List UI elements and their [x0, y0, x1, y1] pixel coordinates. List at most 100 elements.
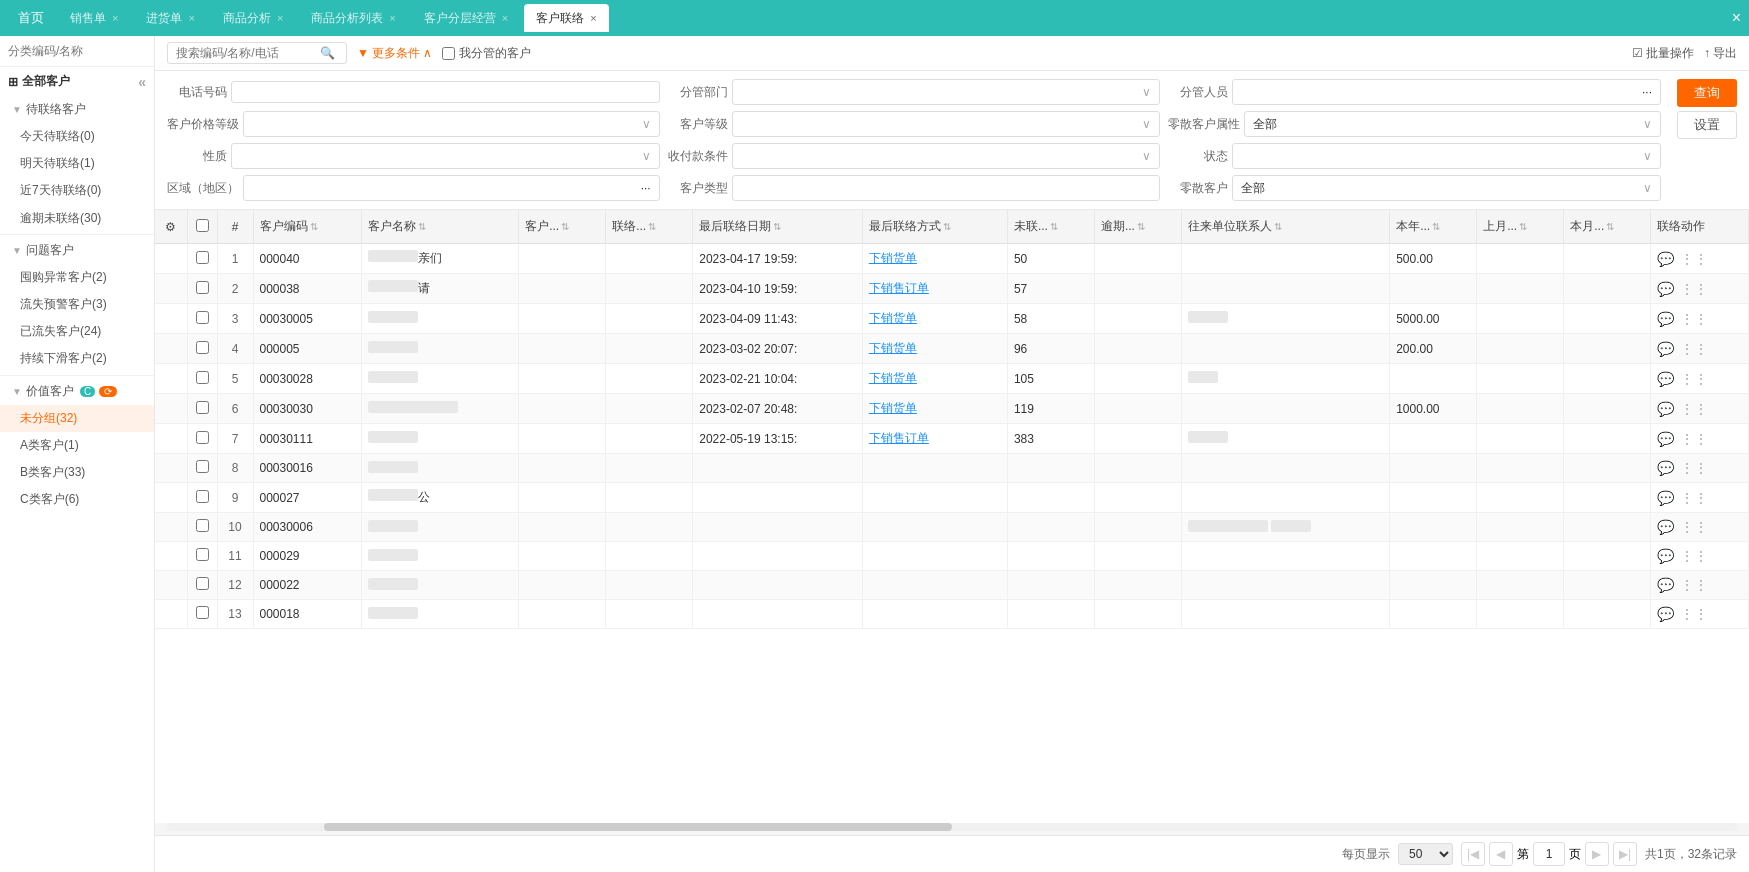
sidebar-item-tomorrow[interactable]: 明天待联络(1) — [0, 150, 154, 177]
td-checkbox[interactable] — [187, 394, 217, 424]
reset-button[interactable]: 设置 — [1677, 111, 1737, 139]
close-purchase-tab[interactable]: × — [188, 12, 194, 24]
scrollbar-thumb[interactable] — [324, 823, 952, 831]
first-page-btn[interactable]: |◀ — [1461, 842, 1485, 866]
chat-icon[interactable]: 💬 — [1657, 341, 1674, 357]
chat-icon[interactable]: 💬 — [1657, 519, 1674, 535]
td-checkbox[interactable] — [187, 542, 217, 571]
select-all-checkbox[interactable] — [196, 219, 209, 232]
td-checkbox[interactable] — [187, 274, 217, 304]
th-customer-code[interactable]: 客户编码⇅ — [253, 210, 361, 244]
td-last-contact-method[interactable]: 下销货单 — [862, 394, 1007, 424]
nature-select[interactable]: ∨ — [231, 143, 660, 169]
tab-sales-order[interactable]: 销售单 × — [58, 4, 130, 32]
chat-icon[interactable]: 💬 — [1657, 251, 1674, 267]
th-uncontacted[interactable]: 未联...⇅ — [1007, 210, 1094, 244]
th-this-year[interactable]: 本年...⇅ — [1390, 210, 1477, 244]
th-this-month[interactable]: 本月...⇅ — [1564, 210, 1651, 244]
tab-customer-tier[interactable]: 客户分层经营 × — [412, 4, 520, 32]
menu-icon[interactable]: ⋮⋮ — [1680, 371, 1708, 387]
row-checkbox[interactable] — [196, 519, 209, 532]
filter-search-box[interactable]: 🔍 — [167, 42, 347, 64]
all-customers-header[interactable]: ⊞ 全部客户 « — [0, 67, 154, 96]
contact-method-link[interactable]: 下销货单 — [869, 311, 917, 325]
row-checkbox[interactable] — [196, 548, 209, 561]
th-business-contact[interactable]: 往来单位联系人⇅ — [1181, 210, 1389, 244]
sidebar-item-7days[interactable]: 近7天待联络(0) — [0, 177, 154, 204]
more-conditions-btn[interactable]: ▼ 更多条件 ∧ — [357, 45, 432, 62]
menu-icon[interactable]: ⋮⋮ — [1680, 281, 1708, 297]
menu-icon[interactable]: ⋮⋮ — [1680, 490, 1708, 506]
menu-icon[interactable]: ⋮⋮ — [1680, 519, 1708, 535]
close-contact-tab[interactable]: × — [590, 12, 596, 24]
my-customers-check[interactable] — [442, 47, 455, 60]
menu-icon[interactable]: ⋮⋮ — [1680, 460, 1708, 476]
tab-home[interactable]: 首页 — [8, 9, 54, 27]
retail-attr-select[interactable]: 全部 ∨ — [1244, 111, 1661, 137]
row-checkbox[interactable] — [196, 401, 209, 414]
query-button[interactable]: 查询 — [1677, 79, 1737, 107]
menu-icon[interactable]: ⋮⋮ — [1680, 251, 1708, 267]
tab-product-analysis[interactable]: 商品分析 × — [211, 4, 295, 32]
chat-icon[interactable]: 💬 — [1657, 460, 1674, 476]
th-checkbox[interactable] — [187, 210, 217, 244]
chat-icon[interactable]: 💬 — [1657, 311, 1674, 327]
menu-icon[interactable]: ⋮⋮ — [1680, 606, 1708, 622]
sidebar-item-declining[interactable]: 持续下滑客户(2) — [0, 345, 154, 372]
close-tier-tab[interactable]: × — [502, 12, 508, 24]
sidebar-search-input[interactable] — [8, 44, 155, 58]
row-checkbox[interactable] — [196, 371, 209, 384]
retail-customer-select[interactable]: 全部 ∨ — [1232, 175, 1661, 201]
menu-icon[interactable]: ⋮⋮ — [1680, 431, 1708, 447]
row-checkbox[interactable] — [196, 460, 209, 473]
menu-icon[interactable]: ⋮⋮ — [1680, 548, 1708, 564]
td-last-contact-method[interactable]: 下销货单 — [862, 334, 1007, 364]
my-customers-checkbox[interactable]: 我分管的客户 — [442, 45, 531, 62]
sidebar-collapse-btn[interactable]: « — [138, 74, 146, 90]
chat-icon[interactable]: 💬 — [1657, 490, 1674, 506]
next-page-btn[interactable]: ▶ — [1585, 842, 1609, 866]
sidebar-item-overdue[interactable]: 逾期未联络(30) — [0, 205, 154, 232]
td-checkbox[interactable] — [187, 244, 217, 274]
td-checkbox[interactable] — [187, 304, 217, 334]
th-settings[interactable]: ⚙ — [155, 210, 187, 244]
row-checkbox[interactable] — [196, 490, 209, 503]
chat-icon[interactable]: 💬 — [1657, 401, 1674, 417]
price-level-select[interactable]: ∨ — [243, 111, 660, 137]
sidebar-search-box[interactable]: 🔍 — [0, 36, 154, 67]
td-checkbox[interactable] — [187, 483, 217, 513]
td-checkbox[interactable] — [187, 600, 217, 629]
td-last-contact-method[interactable]: 下销货单 — [862, 244, 1007, 274]
menu-icon[interactable]: ⋮⋮ — [1680, 577, 1708, 593]
menu-icon[interactable]: ⋮⋮ — [1680, 401, 1708, 417]
chat-icon[interactable]: 💬 — [1657, 577, 1674, 593]
td-checkbox[interactable] — [187, 513, 217, 542]
contact-method-link[interactable]: 下销货单 — [869, 251, 917, 265]
dept-select[interactable]: ∨ — [732, 79, 1161, 105]
last-page-btn[interactable]: ▶| — [1613, 842, 1637, 866]
prev-page-btn[interactable]: ◀ — [1489, 842, 1513, 866]
contact-method-link[interactable]: 下销货单 — [869, 341, 917, 355]
th-last-contact-method[interactable]: 最后联络方式⇅ — [862, 210, 1007, 244]
sidebar-item-class-b[interactable]: B类客户(33) — [0, 459, 154, 486]
row-checkbox[interactable] — [196, 606, 209, 619]
batch-ops-btn[interactable]: ☑ 批量操作 — [1632, 45, 1694, 62]
menu-icon[interactable]: ⋮⋮ — [1680, 311, 1708, 327]
tab-customer-contact[interactable]: 客户联络 × — [524, 4, 608, 32]
th-customer-name[interactable]: 客户名称⇅ — [361, 210, 518, 244]
status-select[interactable]: ∨ — [1232, 143, 1661, 169]
page-number-input[interactable] — [1533, 842, 1565, 866]
close-analysis-list-tab[interactable]: × — [389, 12, 395, 24]
row-checkbox[interactable] — [196, 341, 209, 354]
chat-icon[interactable]: 💬 — [1657, 281, 1674, 297]
row-checkbox[interactable] — [196, 311, 209, 324]
payment-select[interactable]: ∨ — [732, 143, 1161, 169]
chat-icon[interactable]: 💬 — [1657, 548, 1674, 564]
row-checkbox[interactable] — [196, 251, 209, 264]
td-checkbox[interactable] — [187, 334, 217, 364]
contact-method-link[interactable]: 下销货单 — [869, 371, 917, 385]
customer-level-select[interactable]: ∨ — [732, 111, 1161, 137]
phone-input[interactable] — [231, 81, 660, 103]
sidebar-group-value[interactable]: ▼ 价值客户 C ⟳ — [0, 378, 154, 405]
td-last-contact-method[interactable]: 下销货单 — [862, 304, 1007, 334]
